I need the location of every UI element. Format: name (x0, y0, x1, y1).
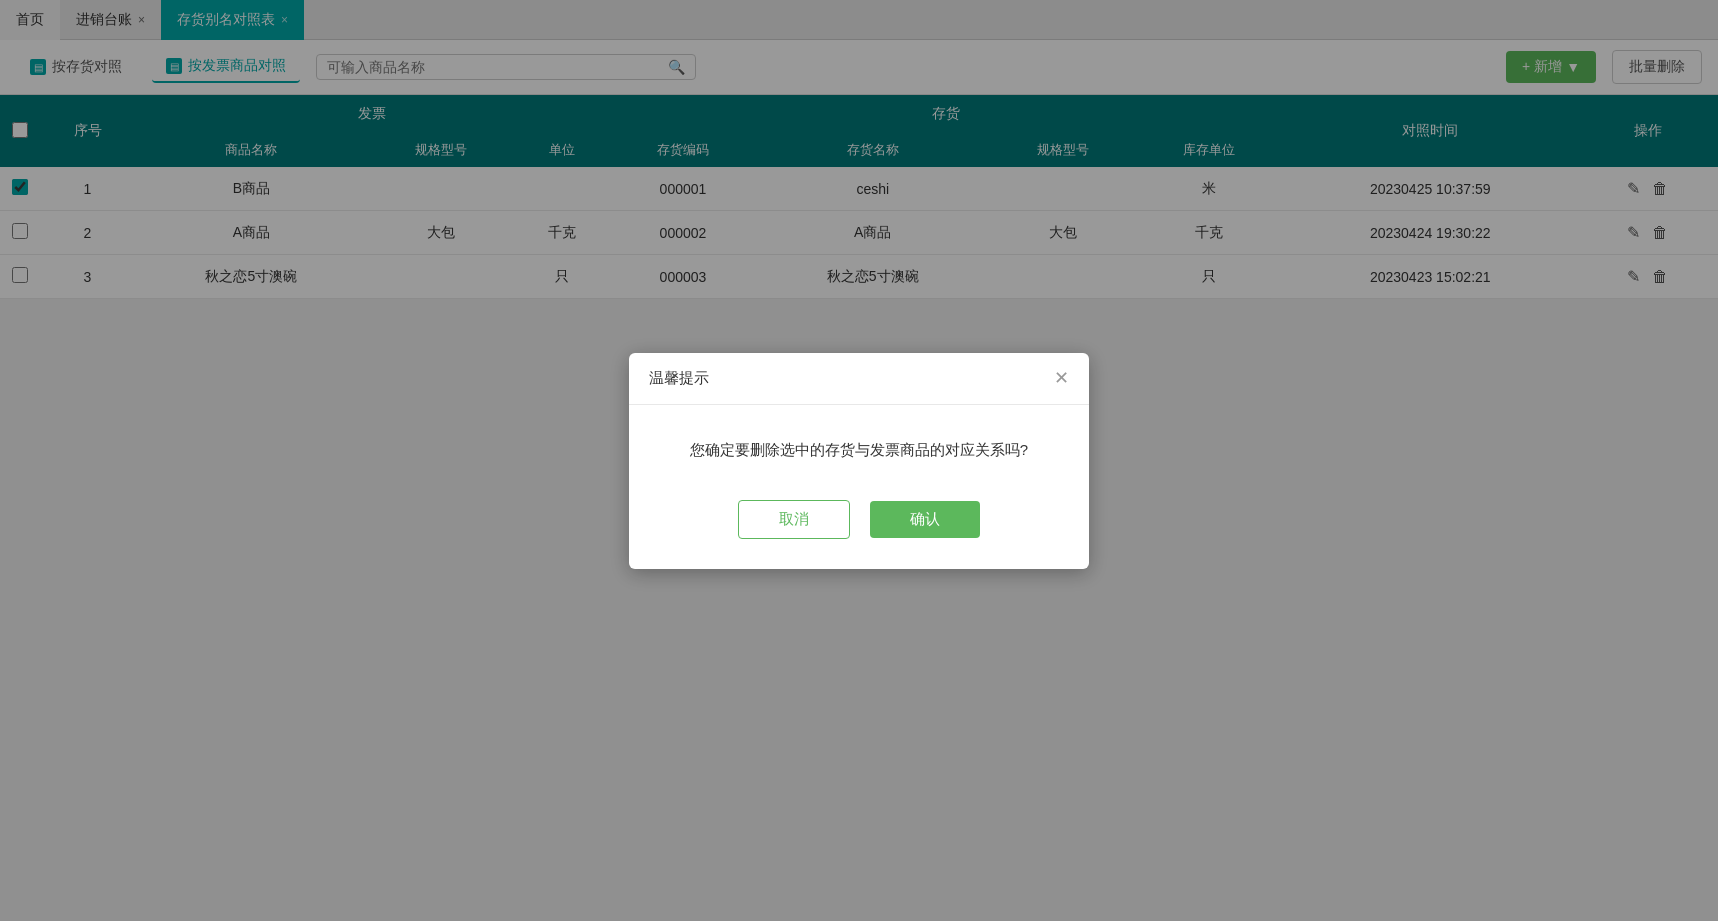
modal-overlay: 温馨提示 ✕ 您确定要删除选中的存货与发票商品的对应关系吗? 取消 确认 (0, 0, 1718, 299)
